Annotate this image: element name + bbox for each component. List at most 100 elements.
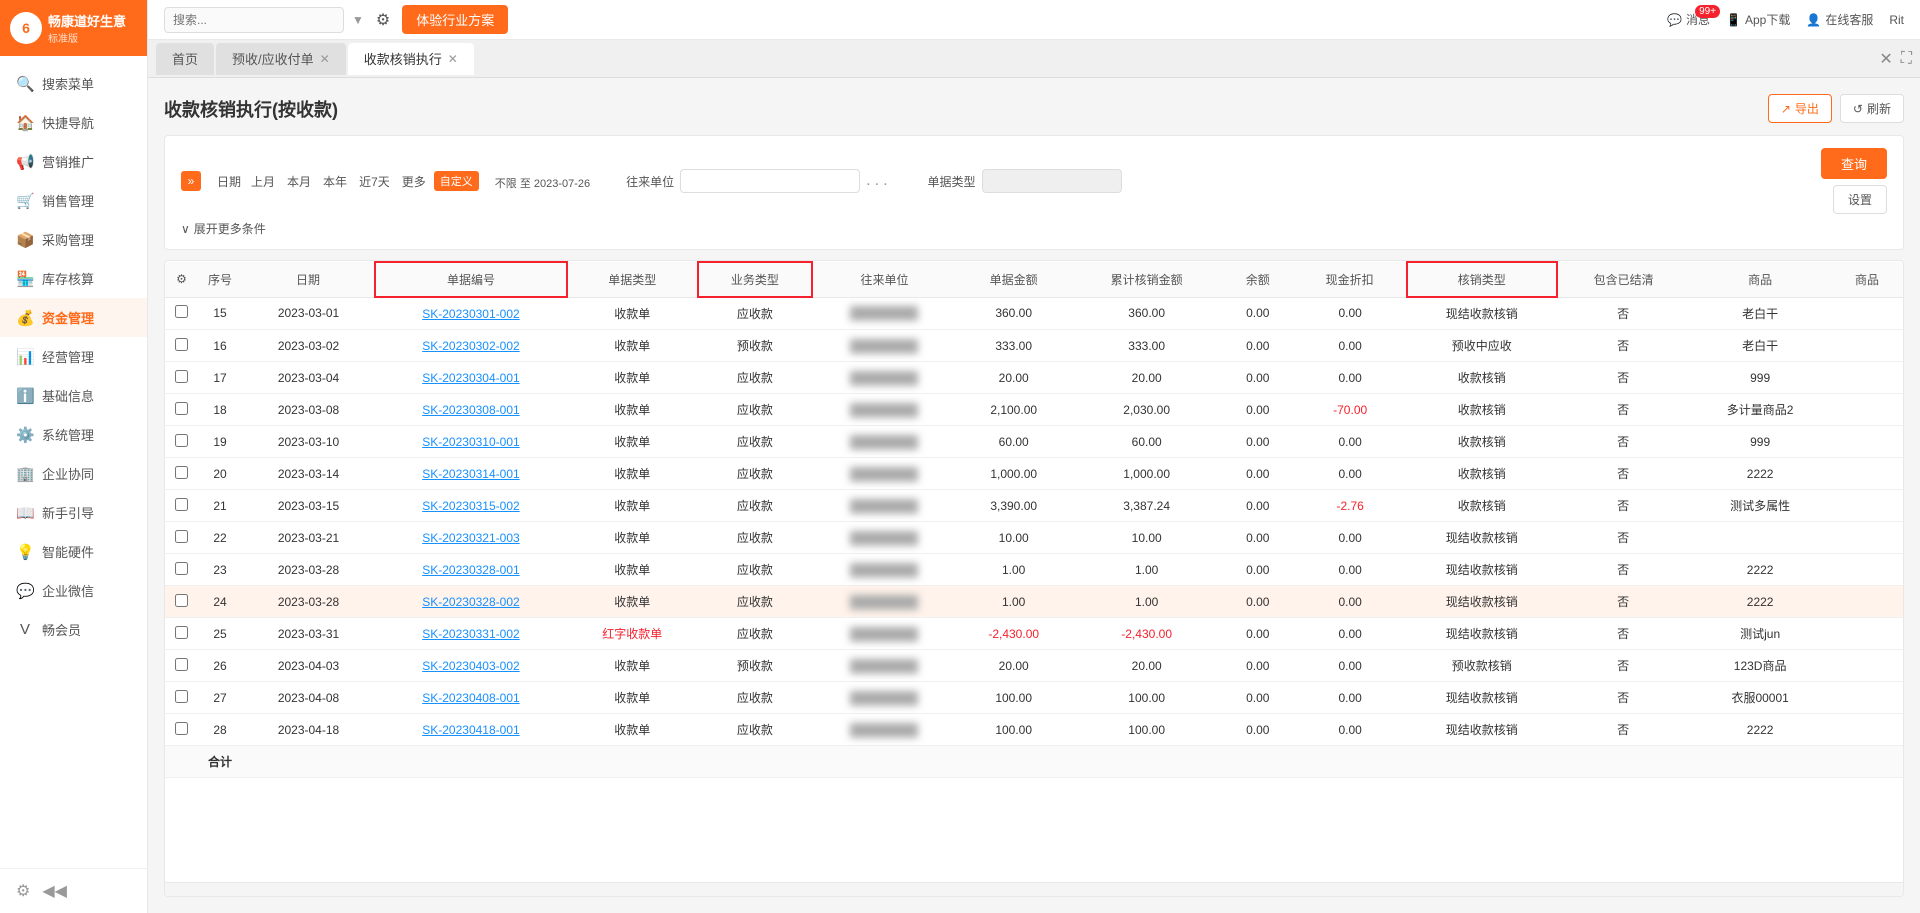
- table-row[interactable]: 17 2023-03-04 SK-20230304-001 收款单 应收款 ██…: [165, 362, 1903, 394]
- cell-voucher-no[interactable]: SK-20230408-001: [375, 682, 567, 714]
- cell-checkbox[interactable]: [165, 522, 198, 554]
- filter-collapse-btn[interactable]: »: [181, 171, 201, 191]
- sidebar-item-marketing[interactable]: 📢营销推广: [0, 142, 147, 181]
- topbar-messages[interactable]: 💬 消息 99+: [1667, 11, 1710, 28]
- cell-checkbox[interactable]: [165, 426, 198, 458]
- row-checkbox[interactable]: [175, 626, 188, 639]
- row-checkbox[interactable]: [175, 594, 188, 607]
- filter-partner-input[interactable]: [680, 169, 860, 193]
- cell-voucher-no[interactable]: SK-20230304-001: [375, 362, 567, 394]
- filter-date-this-year[interactable]: 本年: [319, 171, 351, 192]
- filter-date-custom-btn[interactable]: 自定义: [434, 171, 479, 191]
- table-row[interactable]: 19 2023-03-10 SK-20230310-001 收款单 应收款 ██…: [165, 426, 1903, 458]
- sidebar-item-operation[interactable]: 📊经营管理: [0, 337, 147, 376]
- sidebar-item-wechat[interactable]: 💬企业微信: [0, 571, 147, 610]
- table-row[interactable]: 20 2023-03-14 SK-20230314-001 收款单 应收款 ██…: [165, 458, 1903, 490]
- cell-voucher-no[interactable]: SK-20230418-001: [375, 714, 567, 746]
- topbar-search-input[interactable]: [164, 7, 344, 33]
- voucher-no-link[interactable]: SK-20230408-001: [422, 691, 519, 705]
- voucher-no-link[interactable]: SK-20230310-001: [422, 435, 519, 449]
- filter-expand-btn[interactable]: ∨ 展开更多条件: [181, 220, 1887, 237]
- cell-checkbox[interactable]: [165, 682, 198, 714]
- cell-voucher-no[interactable]: SK-20230301-002: [375, 297, 567, 330]
- cell-voucher-no[interactable]: SK-20230328-002: [375, 586, 567, 618]
- voucher-no-link[interactable]: SK-20230314-001: [422, 467, 519, 481]
- row-checkbox[interactable]: [175, 658, 188, 671]
- cell-checkbox[interactable]: [165, 394, 198, 426]
- sidebar-item-finance[interactable]: 💰资金管理: [0, 298, 147, 337]
- tab-receipt-exec-close[interactable]: ✕: [448, 52, 458, 66]
- sidebar-item-hardware[interactable]: 💡智能硬件: [0, 532, 147, 571]
- cell-voucher-no[interactable]: SK-20230321-003: [375, 522, 567, 554]
- table-row[interactable]: 15 2023-03-01 SK-20230301-002 收款单 应收款 ██…: [165, 297, 1903, 330]
- filter-dots-icon[interactable]: ...: [866, 172, 891, 190]
- filter-date-this-month[interactable]: 本月: [283, 171, 315, 192]
- row-checkbox[interactable]: [175, 305, 188, 318]
- cell-voucher-no[interactable]: SK-20230308-001: [375, 394, 567, 426]
- sidebar-item-search[interactable]: 🔍搜索菜单: [0, 64, 147, 103]
- sidebar-item-member[interactable]: V畅会员: [0, 610, 147, 649]
- cell-checkbox[interactable]: [165, 554, 198, 586]
- cell-voucher-no[interactable]: SK-20230310-001: [375, 426, 567, 458]
- voucher-no-link[interactable]: SK-20230308-001: [422, 403, 519, 417]
- table-row[interactable]: 18 2023-03-08 SK-20230308-001 收款单 应收款 ██…: [165, 394, 1903, 426]
- table-scrollbar[interactable]: [165, 882, 1903, 896]
- cell-checkbox[interactable]: [165, 490, 198, 522]
- table-row[interactable]: 23 2023-03-28 SK-20230328-001 收款单 应收款 ██…: [165, 554, 1903, 586]
- cell-checkbox[interactable]: [165, 618, 198, 650]
- cell-voucher-no[interactable]: SK-20230314-001: [375, 458, 567, 490]
- sidebar-settings-icon[interactable]: ⚙: [16, 881, 30, 901]
- tab-prepay[interactable]: 预收/应收付单 ✕: [216, 43, 346, 75]
- voucher-no-link[interactable]: SK-20230418-001: [422, 723, 519, 737]
- voucher-no-link[interactable]: SK-20230301-002: [422, 307, 519, 321]
- table-row[interactable]: 27 2023-04-08 SK-20230408-001 收款单 应收款 ██…: [165, 682, 1903, 714]
- export-button[interactable]: ↗ 导出: [1768, 94, 1832, 123]
- table-wrap[interactable]: ⚙ 序号 日期 单据编号 单据类型 业务类型 往来单位 单据金额 累计核销金额 …: [165, 261, 1903, 882]
- sidebar-item-system[interactable]: ⚙️系统管理: [0, 415, 147, 454]
- voucher-no-link[interactable]: SK-20230403-002: [422, 659, 519, 673]
- row-checkbox[interactable]: [175, 498, 188, 511]
- cell-voucher-no[interactable]: SK-20230331-002: [375, 618, 567, 650]
- tab-receipt-exec[interactable]: 收款核销执行 ✕: [348, 43, 474, 75]
- topbar-app-download[interactable]: 📱 App下载: [1726, 11, 1790, 28]
- filter-date-last-month[interactable]: 上月: [247, 171, 279, 192]
- sidebar-item-quick-nav[interactable]: 🏠快捷导航: [0, 103, 147, 142]
- row-checkbox[interactable]: [175, 562, 188, 575]
- col-settings-header[interactable]: ⚙: [165, 262, 198, 297]
- tab-fullscreen-icon[interactable]: ⛶: [1901, 50, 1912, 68]
- filter-settings-button[interactable]: 设置: [1833, 185, 1887, 214]
- table-row[interactable]: 16 2023-03-02 SK-20230302-002 收款单 预收款 ██…: [165, 330, 1903, 362]
- sidebar-item-sales[interactable]: 🛒销售管理: [0, 181, 147, 220]
- tab-home[interactable]: 首页: [156, 43, 214, 75]
- cell-voucher-no[interactable]: SK-20230302-002: [375, 330, 567, 362]
- cell-voucher-no[interactable]: SK-20230328-001: [375, 554, 567, 586]
- cell-checkbox[interactable]: [165, 714, 198, 746]
- sidebar-item-enterprise[interactable]: 🏢企业协同: [0, 454, 147, 493]
- filter-date-7days[interactable]: 近7天: [355, 171, 394, 192]
- table-row[interactable]: 21 2023-03-15 SK-20230315-002 收款单 应收款 ██…: [165, 490, 1903, 522]
- table-row[interactable]: 25 2023-03-31 SK-20230331-002 红字收款单 应收款 …: [165, 618, 1903, 650]
- cell-checkbox[interactable]: [165, 330, 198, 362]
- sidebar-item-basic[interactable]: ℹ️基础信息: [0, 376, 147, 415]
- sidebar-collapse-icon[interactable]: ◀◀: [42, 881, 67, 901]
- cell-voucher-no[interactable]: SK-20230403-002: [375, 650, 567, 682]
- row-checkbox[interactable]: [175, 466, 188, 479]
- cell-checkbox[interactable]: [165, 586, 198, 618]
- cell-checkbox[interactable]: [165, 362, 198, 394]
- tab-prepay-close[interactable]: ✕: [320, 52, 330, 66]
- table-row[interactable]: 26 2023-04-03 SK-20230403-002 收款单 预收款 ██…: [165, 650, 1903, 682]
- row-checkbox[interactable]: [175, 434, 188, 447]
- filter-voucher-type-select[interactable]: [982, 169, 1122, 193]
- voucher-no-link[interactable]: SK-20230315-002: [422, 499, 519, 513]
- row-checkbox[interactable]: [175, 338, 188, 351]
- row-checkbox[interactable]: [175, 402, 188, 415]
- table-row[interactable]: 22 2023-03-21 SK-20230321-003 收款单 应收款 ██…: [165, 522, 1903, 554]
- tab-close-all-icon[interactable]: ✕: [1879, 49, 1892, 69]
- topbar-online-service[interactable]: 👤 在线客服: [1806, 11, 1873, 28]
- topbar-gear-icon[interactable]: ⚙: [372, 6, 394, 34]
- voucher-no-link[interactable]: SK-20230328-002: [422, 595, 519, 609]
- voucher-no-link[interactable]: SK-20230302-002: [422, 339, 519, 353]
- filter-date-more[interactable]: 更多: [398, 171, 430, 192]
- voucher-no-link[interactable]: SK-20230331-002: [422, 627, 519, 641]
- sidebar-item-guide[interactable]: 📖新手引导: [0, 493, 147, 532]
